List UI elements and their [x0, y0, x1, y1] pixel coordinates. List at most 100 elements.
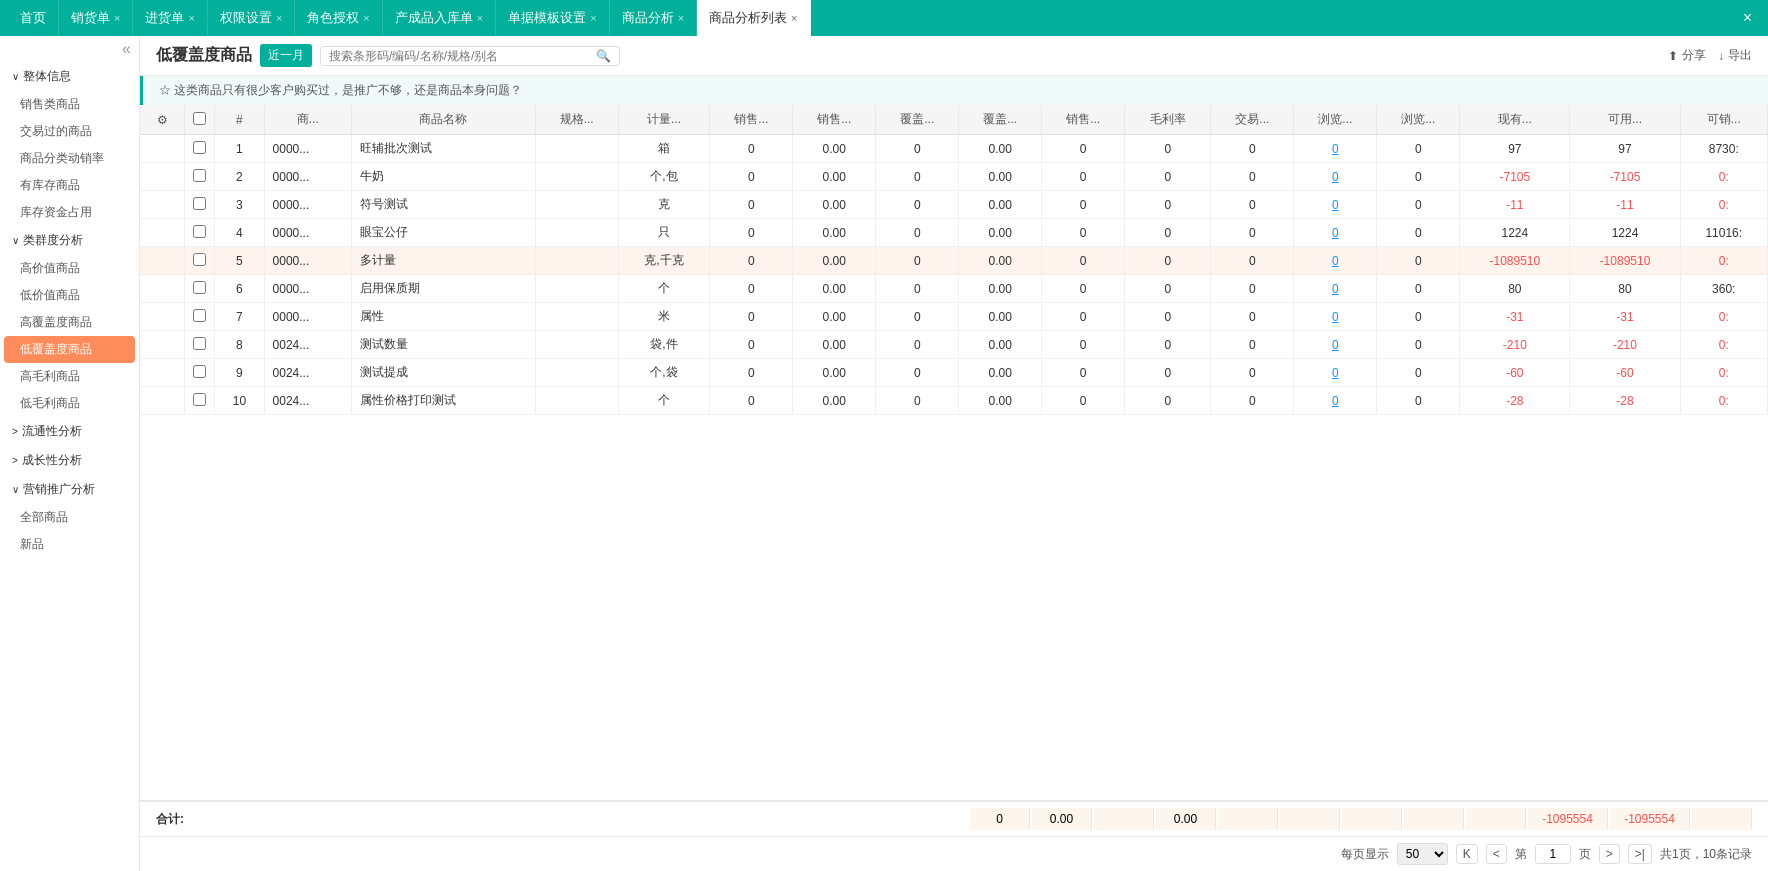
row-cover2: 0.00 — [959, 191, 1042, 219]
row-checkbox[interactable] — [185, 247, 215, 275]
nav-item-进货单[interactable]: 进货单× — [133, 0, 207, 36]
table-row: 2 0000... 牛奶 个,包 0 0.00 0 0.00 0 0 0 0 0… — [140, 163, 1768, 191]
sidebar-group-整体信息[interactable]: ∨整体信息 — [0, 62, 139, 91]
row-checkbox[interactable] — [185, 275, 215, 303]
last-page-button[interactable]: >| — [1628, 844, 1652, 864]
search-icon[interactable]: 🔍 — [596, 49, 611, 63]
row-sellable: 0: — [1680, 359, 1767, 387]
row-cover2: 0.00 — [959, 359, 1042, 387]
table-row: 9 0024... 测试提成 个,袋 0 0.00 0 0.00 0 0 0 0… — [140, 359, 1768, 387]
share-button[interactable]: ⬆ 分享 — [1668, 47, 1706, 64]
sidebar-item-高毛利商品[interactable]: 高毛利商品 — [0, 363, 139, 390]
sidebar-group-营销推广分析[interactable]: ∨营销推广分析 — [0, 475, 139, 504]
row-checkbox[interactable] — [185, 135, 215, 163]
sidebar-item-有库存商品[interactable]: 有库存商品 — [0, 172, 139, 199]
sidebar-item-低覆盖度商品[interactable]: 低覆盖度商品 — [4, 336, 135, 363]
row-browse1[interactable]: 0 — [1294, 191, 1377, 219]
row-checkbox[interactable] — [185, 219, 215, 247]
row-browse1[interactable]: 0 — [1294, 247, 1377, 275]
nav-close-icon[interactable]: × — [188, 12, 194, 24]
row-checkbox[interactable] — [185, 163, 215, 191]
column-settings-icon[interactable]: ⚙ — [140, 105, 185, 135]
export-label: 导出 — [1728, 47, 1752, 64]
row-checkbox[interactable] — [185, 191, 215, 219]
row-cover2: 0.00 — [959, 331, 1042, 359]
page-size-select[interactable]: 50 20 100 — [1397, 843, 1448, 865]
row-checkbox[interactable] — [185, 303, 215, 331]
row-name: 测试数量 — [351, 331, 535, 359]
sidebar-item-新品[interactable]: 新品 — [0, 531, 139, 558]
sidebar-item-库存资金占用[interactable]: 库存资金占用 — [0, 199, 139, 226]
nav-item-角色授权[interactable]: 角色授权× — [295, 0, 382, 36]
sidebar-item-高覆盖度商品[interactable]: 高覆盖度商品 — [0, 309, 139, 336]
content-area: 低覆盖度商品 近一月 🔍 ⬆ 分享 ↓ 导出 ☆ 这类商品只有很少客户购买过，是… — [140, 36, 1768, 871]
sidebar-group-成长性分析[interactable]: >成长性分析 — [0, 446, 139, 475]
row-unit: 箱 — [618, 135, 710, 163]
close-window-btn[interactable]: × — [1735, 9, 1760, 27]
nav-item-单据模板设置[interactable]: 单据模板设置× — [496, 0, 609, 36]
sidebar-item-低价值商品[interactable]: 低价值商品 — [0, 282, 139, 309]
row-browse1[interactable]: 0 — [1294, 387, 1377, 415]
row-sales-amt: 0.00 — [793, 359, 876, 387]
nav-item-销货单[interactable]: 销货单× — [59, 0, 133, 36]
footer-trans — [1342, 808, 1402, 830]
sidebar-item-全部商品[interactable]: 全部商品 — [0, 504, 139, 531]
nav-item-商品分析[interactable]: 商品分析× — [610, 0, 697, 36]
row-browse1[interactable]: 0 — [1294, 359, 1377, 387]
table-row: 10 0024... 属性价格打印测试 个 0 0.00 0 0.00 0 0 … — [140, 387, 1768, 415]
sidebar-item-高价值商品[interactable]: 高价值商品 — [0, 255, 139, 282]
sidebar-item-交易过的商品[interactable]: 交易过的商品 — [0, 118, 139, 145]
next-page-button[interactable]: > — [1599, 844, 1620, 864]
first-page-button[interactable]: K — [1456, 844, 1478, 864]
row-gross-rate: 0 — [1125, 275, 1211, 303]
row-checkbox[interactable] — [185, 359, 215, 387]
row-unit: 个,袋 — [618, 359, 710, 387]
row-avail-qty: -210 — [1570, 331, 1680, 359]
table-row: 1 0000... 旺辅批次测试 箱 0 0.00 0 0.00 0 0 0 0… — [140, 135, 1768, 163]
nav-close-icon[interactable]: × — [678, 12, 684, 24]
prev-page-button[interactable]: < — [1486, 844, 1507, 864]
nav-item-产成品入库单[interactable]: 产成品入库单× — [383, 0, 496, 36]
row-browse1[interactable]: 0 — [1294, 163, 1377, 191]
row-trans: 0 — [1211, 275, 1294, 303]
nav-item-商品分析列表[interactable]: 商品分析列表× — [697, 0, 810, 36]
nav-close-icon[interactable]: × — [477, 12, 483, 24]
col-sellable: 可销... — [1680, 105, 1767, 135]
row-browse1[interactable]: 0 — [1294, 303, 1377, 331]
row-browse1[interactable]: 0 — [1294, 331, 1377, 359]
row-settings — [140, 331, 185, 359]
nav-close-icon[interactable]: × — [590, 12, 596, 24]
row-cover1: 0 — [876, 387, 959, 415]
export-button[interactable]: ↓ 导出 — [1718, 47, 1752, 64]
row-trans: 0 — [1211, 219, 1294, 247]
sidebar-collapse-btn[interactable]: « — [0, 36, 139, 62]
nav-item-首页[interactable]: 首页 — [8, 0, 59, 36]
sidebar-item-商品分类动销率[interactable]: 商品分类动销率 — [0, 145, 139, 172]
nav-item-权限设置[interactable]: 权限设置× — [208, 0, 295, 36]
row-sales-qty: 0 — [710, 331, 793, 359]
nav-close-icon[interactable]: × — [791, 12, 797, 24]
sidebar-group-类群度分析[interactable]: ∨类群度分析 — [0, 226, 139, 255]
nav-close-icon[interactable]: × — [363, 12, 369, 24]
select-all-checkbox[interactable] — [185, 105, 215, 135]
period-button[interactable]: 近一月 — [260, 44, 312, 67]
nav-close-icon[interactable]: × — [276, 12, 282, 24]
sidebar-group-流通性分析[interactable]: >流通性分析 — [0, 417, 139, 446]
row-browse1[interactable]: 0 — [1294, 135, 1377, 163]
search-input[interactable] — [329, 49, 596, 63]
row-sales-qty: 0 — [710, 135, 793, 163]
row-spec — [535, 275, 618, 303]
nav-close-icon[interactable]: × — [114, 12, 120, 24]
row-checkbox[interactable] — [185, 331, 215, 359]
row-code: 0000... — [264, 247, 351, 275]
row-settings — [140, 135, 185, 163]
row-num: 7 — [215, 303, 264, 331]
row-checkbox[interactable] — [185, 387, 215, 415]
row-browse1[interactable]: 0 — [1294, 219, 1377, 247]
row-browse1[interactable]: 0 — [1294, 275, 1377, 303]
sidebar-item-销售类商品[interactable]: 销售类商品 — [0, 91, 139, 118]
row-now-qty: 97 — [1460, 135, 1570, 163]
row-cover2: 0.00 — [959, 247, 1042, 275]
current-page-input[interactable] — [1535, 844, 1571, 864]
sidebar-item-低毛利商品[interactable]: 低毛利商品 — [0, 390, 139, 417]
